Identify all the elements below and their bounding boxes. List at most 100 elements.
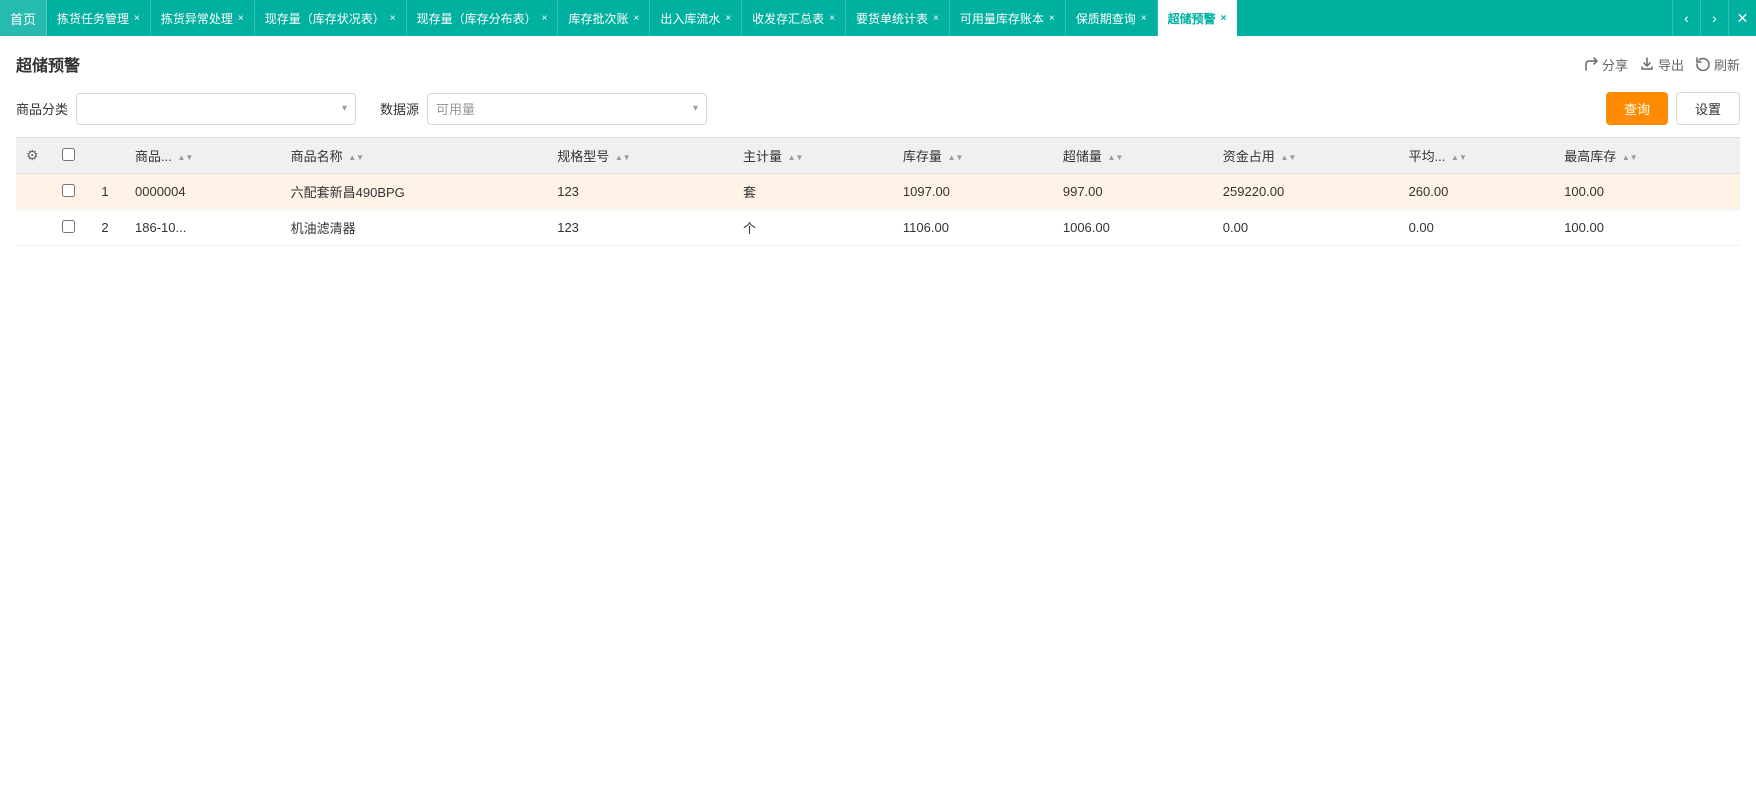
- row-spec: 123: [547, 174, 733, 210]
- filter-row: 商品分类 ▾ 数据源 可用量 ▾ 查询 设置: [16, 92, 1740, 125]
- share-button[interactable]: 分享: [1584, 55, 1628, 74]
- nav-tab-label: 拣货异常处理: [161, 10, 233, 27]
- datasource-select-value: 可用量: [436, 99, 475, 118]
- datasource-label: 数据源: [380, 99, 419, 118]
- row-product-code: 0000004: [125, 174, 281, 210]
- row-checkbox[interactable]: [62, 220, 75, 233]
- datasource-select[interactable]: 可用量 ▾: [427, 93, 707, 125]
- nav-tab-receive-send[interactable]: 收发存汇总表×: [742, 0, 846, 36]
- row-max-stock: 100.00: [1554, 210, 1740, 246]
- col-stock[interactable]: 库存量 ▲▼: [893, 138, 1053, 174]
- nav-tab-overstock-warning[interactable]: 超储预警 ×: [1158, 0, 1238, 36]
- nav-tab-close-icon[interactable]: ×: [542, 13, 548, 24]
- row-gear-cell: [16, 174, 52, 210]
- row-capital: 259220.00: [1213, 174, 1399, 210]
- refresh-button[interactable]: 刷新: [1696, 55, 1740, 74]
- row-overstock: 1006.00: [1053, 210, 1213, 246]
- page-container: 超储预警 分享 导出 刷新 商品: [0, 36, 1756, 800]
- nav-tab-close-icon[interactable]: ×: [1141, 13, 1147, 24]
- query-button[interactable]: 查询: [1606, 92, 1668, 125]
- page-header: 超储预警 分享 导出 刷新: [16, 52, 1740, 76]
- col-gear: ⚙: [16, 138, 52, 174]
- col-avg[interactable]: 平均... ▲▼: [1399, 138, 1555, 174]
- settings-button[interactable]: 设置: [1676, 92, 1740, 125]
- nav-tab-abnormal[interactable]: 拣货异常处理 ×: [151, 0, 255, 36]
- nav-tab-label: 保质期查询: [1076, 10, 1136, 27]
- gear-settings-icon[interactable]: ⚙: [26, 147, 39, 163]
- row-max-stock: 100.00: [1554, 174, 1740, 210]
- nav-tab-close-icon[interactable]: ×: [933, 13, 939, 24]
- nav-tab-available-stock[interactable]: 可用量库存账本 ×: [950, 0, 1066, 36]
- sort-max-stock-icon: ▲▼: [1622, 154, 1638, 162]
- datasource-filter: 数据源 可用量 ▾: [380, 93, 707, 125]
- nav-tab-batch[interactable]: 库存批次账 ×: [558, 0, 650, 36]
- nav-tab-close-icon[interactable]: ×: [725, 13, 731, 24]
- row-checkbox[interactable]: [62, 184, 75, 197]
- category-select[interactable]: ▾: [76, 93, 356, 125]
- sort-overstock-icon: ▲▼: [1108, 154, 1124, 162]
- data-table: ⚙ 商品... ▲▼ 商品名称 ▲▼ 规格型号 ▲▼: [16, 137, 1740, 246]
- row-unit: 个: [733, 210, 893, 246]
- row-product-code: 186-10...: [125, 210, 281, 246]
- nav-tab-close-icon[interactable]: ×: [1221, 13, 1227, 24]
- nav-tab-label: 超储预警: [1168, 10, 1216, 27]
- export-button[interactable]: 导出: [1640, 55, 1684, 74]
- row-checkbox-cell: [52, 174, 85, 210]
- col-row-num: [85, 138, 125, 174]
- row-checkbox-cell: [52, 210, 85, 246]
- nav-tab-close-icon[interactable]: ×: [390, 13, 396, 24]
- col-spec[interactable]: 规格型号 ▲▼: [547, 138, 733, 174]
- nav-left-arrow[interactable]: ‹: [1672, 0, 1700, 36]
- col-product-name[interactable]: 商品名称 ▲▼: [281, 138, 548, 174]
- col-max-stock[interactable]: 最高库存 ▲▼: [1554, 138, 1740, 174]
- nav-tab-label: 库存批次账: [568, 10, 628, 27]
- table-header-row: ⚙ 商品... ▲▼ 商品名称 ▲▼ 规格型号 ▲▼: [16, 138, 1740, 174]
- sort-product-code-icon: ▲▼: [177, 154, 193, 162]
- nav-right-arrow[interactable]: ›: [1700, 0, 1728, 36]
- category-filter: 商品分类 ▾: [16, 93, 356, 125]
- nav-tab-home[interactable]: 首页: [0, 0, 47, 36]
- nav-tab-close-icon[interactable]: ×: [238, 13, 244, 24]
- sort-avg-icon: ▲▼: [1451, 154, 1467, 162]
- row-spec: 123: [547, 210, 733, 246]
- nav-tab-inout-flow[interactable]: 出入库流水 ×: [650, 0, 742, 36]
- share-icon: [1584, 57, 1598, 71]
- export-icon: [1640, 57, 1654, 71]
- nav-tab-task-mgmt[interactable]: 拣货任务管理×: [47, 0, 151, 36]
- nav-arrows: ‹ › ✕: [1672, 0, 1756, 36]
- row-capital: 0.00: [1213, 210, 1399, 246]
- nav-tab-label: 现存量（库存状况表）: [265, 10, 385, 27]
- col-checkbox-header: [52, 138, 85, 174]
- col-capital[interactable]: 资金占用 ▲▼: [1213, 138, 1399, 174]
- col-unit[interactable]: 主计量 ▲▼: [733, 138, 893, 174]
- nav-tab-close-icon[interactable]: ×: [1049, 13, 1055, 24]
- sort-unit-icon: ▲▼: [788, 154, 804, 162]
- row-number: 1: [85, 174, 125, 210]
- table-row: 2 186-10... 机油滤清器 123 个 1106.00 1006.00 …: [16, 210, 1740, 246]
- nav-tab-order-stats[interactable]: 要货单统计表×: [846, 0, 950, 36]
- nav-tab-close-icon[interactable]: ×: [633, 13, 639, 24]
- sort-capital-icon: ▲▼: [1280, 154, 1296, 162]
- page-title: 超储预警: [16, 52, 80, 76]
- row-avg: 260.00: [1399, 174, 1555, 210]
- select-all-checkbox[interactable]: [62, 148, 75, 161]
- nav-tab-home-label: 首页: [10, 9, 36, 28]
- nav-tab-close-icon[interactable]: ×: [829, 13, 835, 24]
- row-product-name: 六配套新昌490BPG: [281, 174, 548, 210]
- nav-tab-quality-check[interactable]: 保质期查询 ×: [1066, 0, 1158, 36]
- sort-spec-icon: ▲▼: [615, 154, 631, 162]
- col-product-code[interactable]: 商品... ▲▼: [125, 138, 281, 174]
- nav-close-btn[interactable]: ✕: [1728, 0, 1756, 36]
- nav-tab-stock-dist[interactable]: 现存量（库存分布表） ×: [407, 0, 559, 36]
- row-gear-cell: [16, 210, 52, 246]
- datasource-chevron-icon: ▾: [693, 103, 698, 114]
- nav-tab-label: 出入库流水: [660, 10, 720, 27]
- nav-tab-stock-status[interactable]: 现存量（库存状况表） ×: [255, 0, 407, 36]
- nav-tab-label: 可用量库存账本: [960, 10, 1044, 27]
- col-overstock[interactable]: 超储量 ▲▼: [1053, 138, 1213, 174]
- nav-tab-close-icon[interactable]: ×: [134, 13, 140, 24]
- category-label: 商品分类: [16, 99, 68, 118]
- nav-tab-label: 现存量（库存分布表）: [417, 10, 537, 27]
- top-nav: 首页 拣货任务管理×拣货异常处理×现存量（库存状况表）×现存量（库存分布表）×库…: [0, 0, 1756, 36]
- row-overstock: 997.00: [1053, 174, 1213, 210]
